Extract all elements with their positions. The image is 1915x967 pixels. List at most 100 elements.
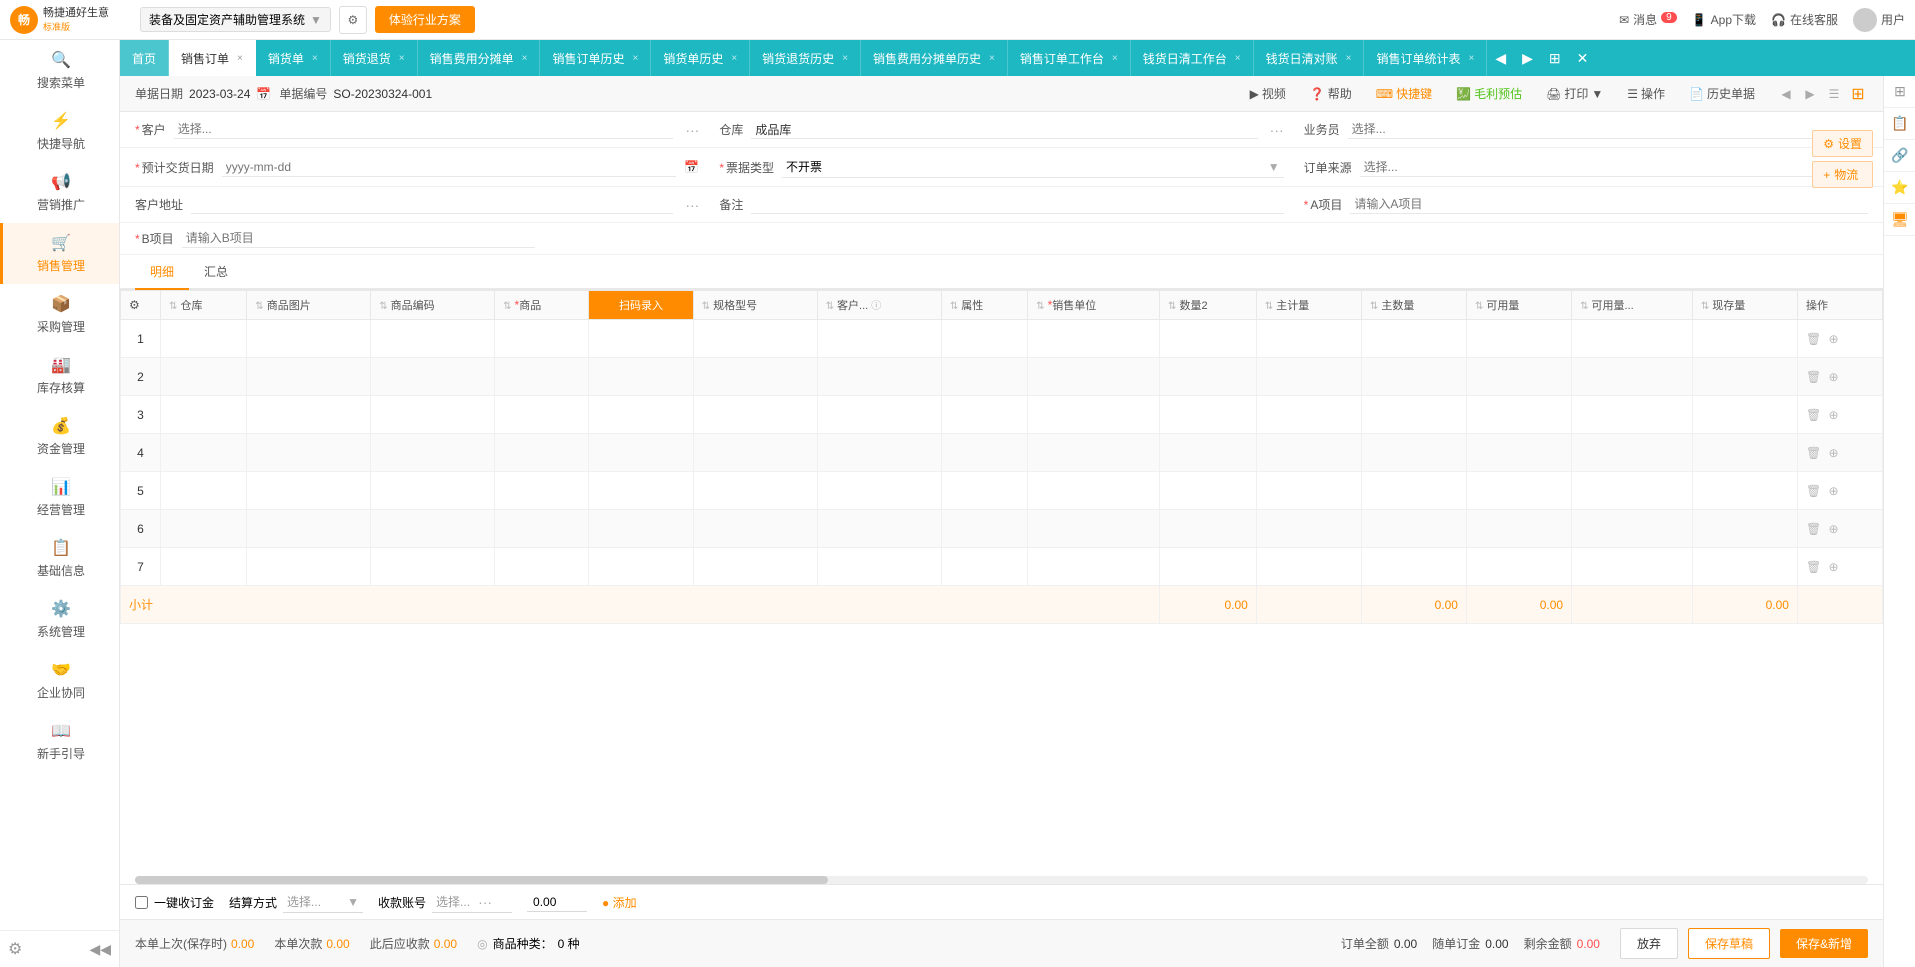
tab-expense-history[interactable]: 销售费用分摊单历史 × <box>861 40 1008 76</box>
row-6-unit[interactable] <box>1028 510 1160 548</box>
scroll-hint[interactable] <box>135 876 1868 884</box>
side-panel-btn-1[interactable]: ⊞ <box>1884 76 1915 108</box>
add-button[interactable]: ● 添加 <box>602 894 637 911</box>
row-1-main-qty[interactable] <box>1361 320 1466 358</box>
row-3-spec[interactable] <box>693 396 817 434</box>
row-4-delete-button[interactable]: 🗑 <box>1806 446 1821 460</box>
tab-return-history-close[interactable]: × <box>842 53 848 64</box>
delivery-calendar-icon[interactable]: 📅 <box>684 160 699 174</box>
row-7-unit[interactable] <box>1028 548 1160 586</box>
row-1-code[interactable] <box>371 320 495 358</box>
row-7-image[interactable] <box>247 548 371 586</box>
row-6-image[interactable] <box>247 510 371 548</box>
tab-expense[interactable]: 销售费用分摊单 × <box>418 40 541 76</box>
row-4-unit[interactable] <box>1028 434 1160 472</box>
row-7-current[interactable] <box>1692 548 1797 586</box>
tab-return-history[interactable]: 销货退货历史 × <box>750 40 861 76</box>
sidebar-settings-button[interactable]: ⚙ <box>8 939 22 959</box>
row-5-warehouse[interactable] <box>161 472 247 510</box>
sidebar-item-quick-nav[interactable]: ⚡ 快捷导航 <box>0 101 119 162</box>
row-4-available[interactable] <box>1466 434 1571 472</box>
row-4-property[interactable] <box>941 434 1027 472</box>
row-3-customer-code[interactable] <box>817 396 941 434</box>
row-7-main-unit[interactable] <box>1256 548 1361 586</box>
col-current-header[interactable]: ⇅ 现存量 <box>1692 291 1797 320</box>
row-6-current[interactable] <box>1692 510 1797 548</box>
row-2-main-unit[interactable] <box>1256 358 1361 396</box>
row-5-unit[interactable] <box>1028 472 1160 510</box>
order-source-input[interactable] <box>1360 158 1842 177</box>
row-6-copy-button[interactable]: ⊕ <box>1829 522 1839 536</box>
b-project-input[interactable] <box>182 229 535 248</box>
tab-sales-order-close[interactable]: × <box>237 53 243 64</box>
customer-more-button[interactable]: ··· <box>685 122 699 138</box>
row-2-product[interactable] <box>495 358 589 396</box>
row-4-current[interactable] <box>1692 434 1797 472</box>
tab-next-button[interactable]: ▶ <box>1514 40 1541 76</box>
col-product-header[interactable]: ⇅ *商品 <box>495 291 589 320</box>
row-4-available2[interactable] <box>1572 434 1693 472</box>
shortcut-button[interactable]: ⌨ 快捷键 <box>1368 82 1440 105</box>
tab-invoice-history[interactable]: 销货单历史 × <box>651 40 750 76</box>
tab-daily-clear-close[interactable]: × <box>1235 53 1241 64</box>
discard-button[interactable]: 放弃 <box>1620 928 1678 959</box>
row-3-warehouse[interactable] <box>161 396 247 434</box>
row-2-image[interactable] <box>247 358 371 396</box>
salesperson-input[interactable] <box>1348 120 1842 139</box>
row-6-available2[interactable] <box>1572 510 1693 548</box>
grid-view-button[interactable]: ⊞ <box>1848 84 1868 104</box>
row-1-available2[interactable] <box>1572 320 1693 358</box>
sidebar-item-inventory[interactable]: 🏭 库存核算 <box>0 345 119 406</box>
row-1-delete-button[interactable]: 🗑 <box>1806 332 1821 346</box>
row-2-spec[interactable] <box>693 358 817 396</box>
col-code-header[interactable]: ⇅ 商品编码 <box>371 291 495 320</box>
row-1-image[interactable] <box>247 320 371 358</box>
online-support-button[interactable]: 🎧 在线客服 <box>1771 11 1838 28</box>
tab-daily-clear[interactable]: 钱货日清工作台 × <box>1131 40 1254 76</box>
row-5-delete-button[interactable]: 🗑 <box>1806 484 1821 498</box>
account-select[interactable]: 选择... ··· <box>432 891 512 913</box>
row-7-code[interactable] <box>371 548 495 586</box>
customer-address-input[interactable] <box>191 195 673 214</box>
tab-invoice-history-close[interactable]: × <box>731 53 737 64</box>
tab-stats[interactable]: 销售订单统计表 × <box>1364 40 1487 76</box>
tab-return[interactable]: 销货退货 × <box>331 40 418 76</box>
row-6-scan[interactable] <box>589 510 693 548</box>
col-available-header[interactable]: ⇅ 可用量 <box>1466 291 1571 320</box>
row-1-customer-code[interactable] <box>817 320 941 358</box>
row-5-scan[interactable] <box>589 472 693 510</box>
side-panel-btn-4[interactable]: ⭐ <box>1884 172 1915 204</box>
row-4-spec[interactable] <box>693 434 817 472</box>
sidebar-item-system[interactable]: ⚙️ 系统管理 <box>0 589 119 650</box>
row-2-code[interactable] <box>371 358 495 396</box>
row-6-delete-button[interactable]: 🗑 <box>1806 522 1821 536</box>
sidebar-item-operations[interactable]: 📊 经营管理 <box>0 467 119 528</box>
col-image-header[interactable]: ⇅ 商品图片 <box>247 291 371 320</box>
row-4-main-unit[interactable] <box>1256 434 1361 472</box>
row-4-image[interactable] <box>247 434 371 472</box>
tab-home[interactable]: 首页 <box>120 40 169 76</box>
row-6-property[interactable] <box>941 510 1027 548</box>
row-4-product[interactable] <box>495 434 589 472</box>
settings-gear-button[interactable]: ⚙ <box>339 6 367 34</box>
row-7-product[interactable] <box>495 548 589 586</box>
tab-invoice[interactable]: 销货单 × <box>256 40 331 76</box>
tab-stats-close[interactable]: × <box>1468 53 1474 64</box>
one-click-checkbox[interactable] <box>135 896 148 909</box>
col-unit-header[interactable]: ⇅ *销售单位 <box>1028 291 1160 320</box>
row-7-property[interactable] <box>941 548 1027 586</box>
row-5-code[interactable] <box>371 472 495 510</box>
row-6-product[interactable] <box>495 510 589 548</box>
row-5-image[interactable] <box>247 472 371 510</box>
row-7-copy-button[interactable]: ⊕ <box>1829 560 1839 574</box>
sidebar-item-marketing[interactable]: 📢 营销推广 <box>0 162 119 223</box>
col-customer-code-header[interactable]: ⇅ 客户... ⓘ <box>817 291 941 320</box>
row-5-copy-button[interactable]: ⊕ <box>1829 484 1839 498</box>
tab-order-history[interactable]: 销售订单历史 × <box>540 40 651 76</box>
tab-return-close[interactable]: × <box>399 53 405 64</box>
row-1-main-unit[interactable] <box>1256 320 1361 358</box>
system-selector[interactable]: 装备及固定资产辅助管理系统 ▼ <box>140 7 331 32</box>
row-3-property[interactable] <box>941 396 1027 434</box>
row-7-scan[interactable] <box>589 548 693 586</box>
row-6-main-qty[interactable] <box>1361 510 1466 548</box>
